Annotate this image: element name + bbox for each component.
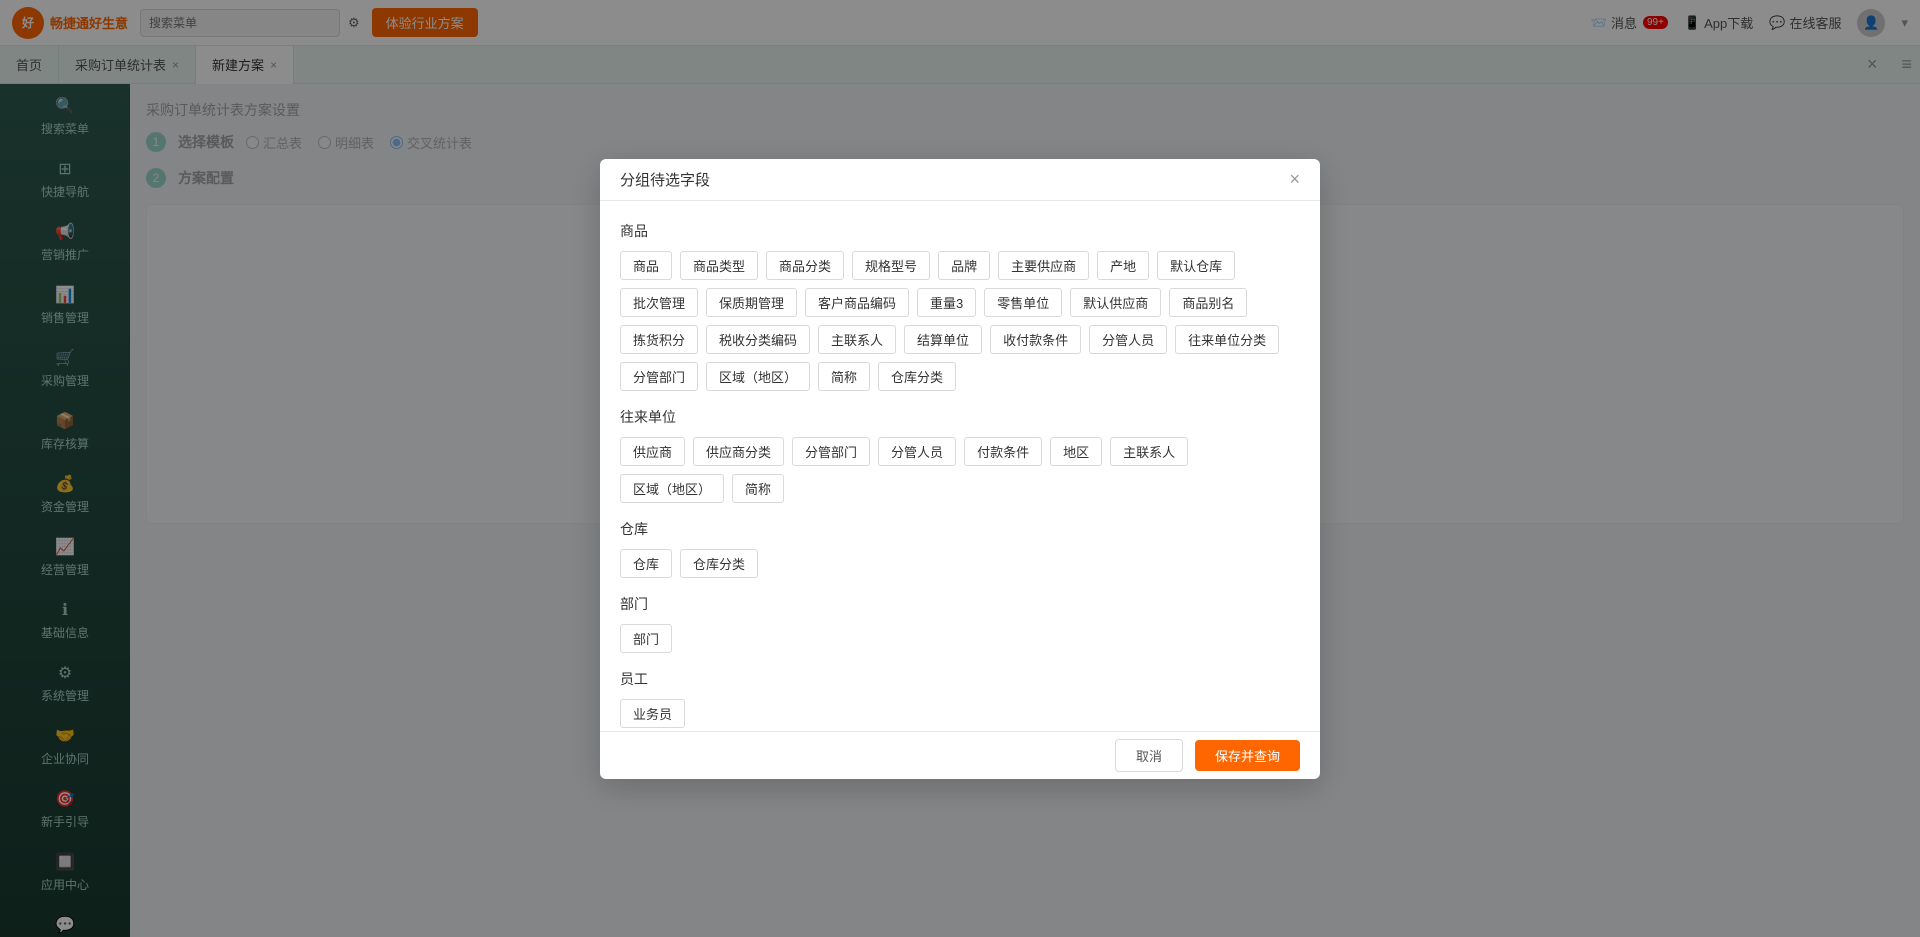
field-chip[interactable]: 仓库 — [620, 549, 672, 578]
field-chip[interactable]: 重量3 — [917, 288, 976, 317]
section-title-warehouse: 仓库 — [620, 519, 1300, 539]
field-chip[interactable]: 地区 — [1050, 437, 1102, 466]
warehouse-chips: 仓库仓库分类 — [620, 549, 1300, 578]
field-chip[interactable]: 收付款条件 — [990, 325, 1081, 354]
modal-body: 商品 商品商品类型商品分类规格型号品牌主要供应商产地默认仓库批次管理保质期管理客… — [600, 201, 1320, 731]
goods-chips: 商品商品类型商品分类规格型号品牌主要供应商产地默认仓库批次管理保质期管理客户商品… — [620, 251, 1300, 391]
field-chip[interactable]: 默认仓库 — [1157, 251, 1235, 280]
field-chip[interactable]: 业务员 — [620, 699, 685, 728]
department-chips: 部门 — [620, 624, 1300, 653]
field-chip[interactable]: 品牌 — [938, 251, 990, 280]
field-chip[interactable]: 简称 — [818, 362, 870, 391]
modal-title: 分组待选字段 — [620, 169, 710, 190]
field-chip[interactable]: 税收分类编码 — [706, 325, 810, 354]
field-chip[interactable]: 保质期管理 — [706, 288, 797, 317]
staff-chips: 业务员 — [620, 699, 1300, 728]
section-title-goods: 商品 — [620, 221, 1300, 241]
section-title-staff: 员工 — [620, 669, 1300, 689]
field-chip[interactable]: 往来单位分类 — [1175, 325, 1279, 354]
confirm-btn[interactable]: 保存并查询 — [1195, 740, 1300, 771]
counterpart-chips: 供应商供应商分类分管部门分管人员付款条件地区主联系人区域（地区） 简称 — [620, 437, 1300, 503]
field-chip[interactable]: 仓库分类 — [878, 362, 956, 391]
field-chip[interactable]: 供应商 — [620, 437, 685, 466]
field-chip[interactable]: 商品类型 — [680, 251, 758, 280]
field-chip[interactable]: 分管人员 — [1089, 325, 1167, 354]
field-chip[interactable]: 批次管理 — [620, 288, 698, 317]
field-chip[interactable]: 规格型号 — [852, 251, 930, 280]
field-chip[interactable]: 仓库分类 — [680, 549, 758, 578]
field-chip[interactable]: 区域（地区） — [620, 474, 724, 503]
field-chip[interactable]: 商品 — [620, 251, 672, 280]
field-chip[interactable]: 区域（地区） — [706, 362, 810, 391]
field-chip[interactable]: 默认供应商 — [1070, 288, 1161, 317]
section-title-department: 部门 — [620, 594, 1300, 614]
modal-footer: 取消 保存并查询 — [600, 731, 1320, 778]
field-chip[interactable]: 部门 — [620, 624, 672, 653]
field-chip[interactable]: 零售单位 — [984, 288, 1062, 317]
field-chip[interactable]: 分管部门 — [620, 362, 698, 391]
field-chip[interactable]: 主联系人 — [1110, 437, 1188, 466]
field-chip[interactable]: 商品分类 — [766, 251, 844, 280]
field-chip[interactable]: 付款条件 — [964, 437, 1042, 466]
modal-close-btn[interactable]: × — [1289, 170, 1300, 188]
field-chip[interactable]: 结算单位 — [904, 325, 982, 354]
cancel-btn[interactable]: 取消 — [1115, 739, 1183, 772]
field-chip[interactable]: 客户商品编码 — [805, 288, 909, 317]
field-chip[interactable]: 商品别名 — [1169, 288, 1247, 317]
field-chip[interactable]: 分管人员 — [878, 437, 956, 466]
field-chip[interactable]: 主要供应商 — [998, 251, 1089, 280]
section-title-counterpart: 往来单位 — [620, 407, 1300, 427]
modal: 分组待选字段 × 商品 商品商品类型商品分类规格型号品牌主要供应商产地默认仓库批… — [600, 159, 1320, 779]
field-chip[interactable]: 主联系人 — [818, 325, 896, 354]
modal-overlay: 分组待选字段 × 商品 商品商品类型商品分类规格型号品牌主要供应商产地默认仓库批… — [0, 0, 1920, 937]
field-chip[interactable]: 产地 — [1097, 251, 1149, 280]
modal-header: 分组待选字段 × — [600, 159, 1320, 201]
field-chip[interactable]: 简称 — [732, 474, 784, 503]
field-chip[interactable]: 分管部门 — [792, 437, 870, 466]
field-chip[interactable]: 拣货积分 — [620, 325, 698, 354]
field-chip[interactable]: 供应商分类 — [693, 437, 784, 466]
